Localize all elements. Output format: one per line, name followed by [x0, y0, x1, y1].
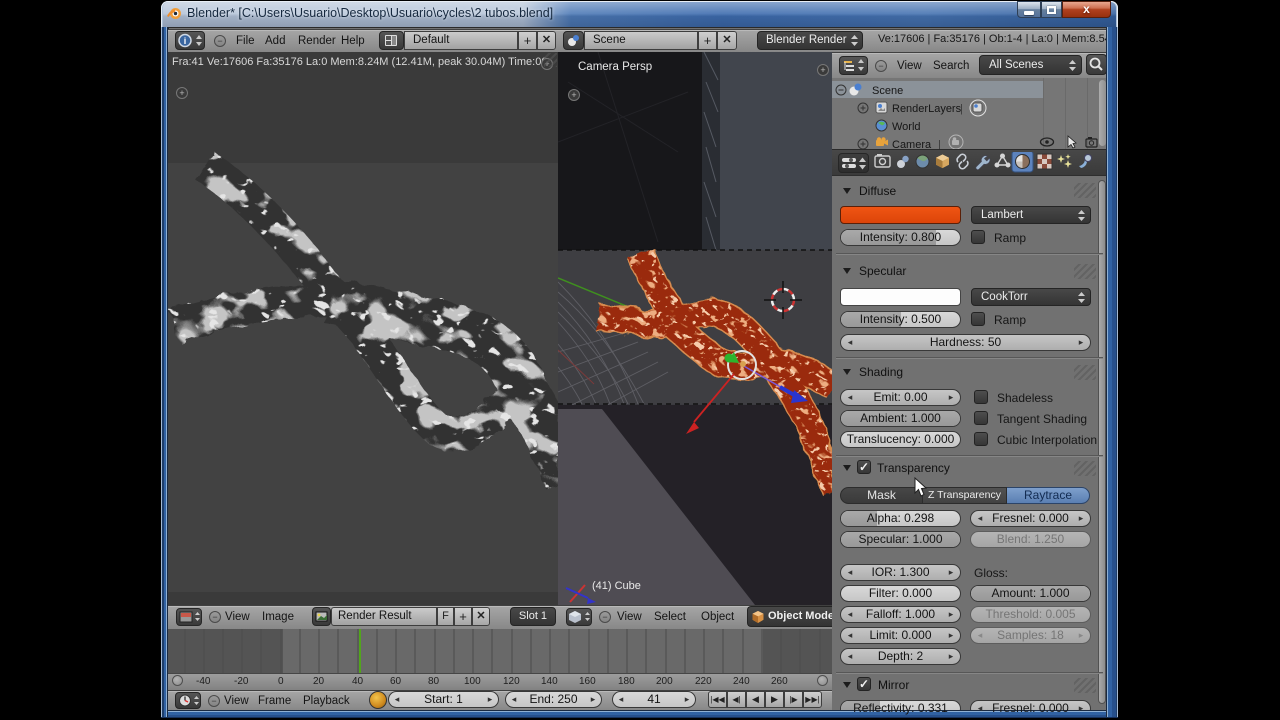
svg-text:i: i	[184, 36, 187, 46]
svg-text:(41) Cube: (41) Cube	[592, 580, 641, 592]
svg-text:Camera: Camera	[892, 139, 932, 149]
svg-text:|: |	[960, 103, 963, 115]
svg-text:Scene: Scene	[872, 85, 903, 97]
svg-text:RenderLayers: RenderLayers	[892, 103, 962, 115]
svg-text:World: World	[892, 121, 921, 133]
svg-text:|: |	[938, 139, 941, 149]
